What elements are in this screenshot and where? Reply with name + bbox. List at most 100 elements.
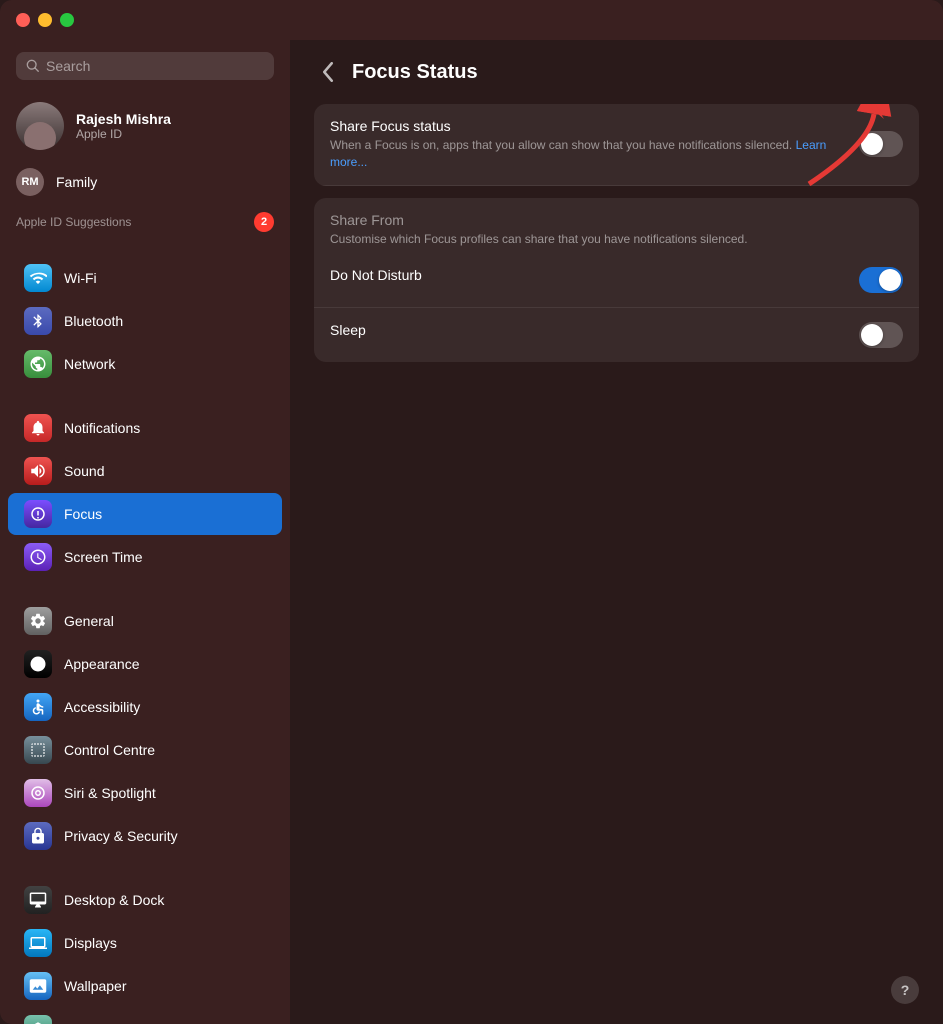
user-name: Rajesh Mishra [76, 111, 171, 127]
sidebar-item-appearance[interactable]: Appearance [8, 643, 282, 685]
suggestions-badge: 2 [254, 212, 274, 232]
toggle-knob-sleep [861, 324, 883, 346]
sidebar-item-general[interactable]: General [8, 600, 282, 642]
content-header: Focus Status [314, 60, 919, 84]
search-icon [26, 59, 40, 73]
sidebar-item-displays[interactable]: Displays [8, 922, 282, 964]
sidebar-item-accessibility[interactable]: Accessibility [8, 686, 282, 728]
user-info: Rajesh Mishra Apple ID [76, 111, 171, 141]
user-subtitle: Apple ID [76, 127, 171, 141]
back-button[interactable] [314, 60, 342, 84]
sidebar-item-siri[interactable]: Siri & Spotlight [8, 772, 282, 814]
wifi-icon [24, 264, 52, 292]
screentime-label: Screen Time [64, 549, 143, 565]
sidebar: Rajesh Mishra Apple ID RM Family Apple I… [0, 40, 290, 1024]
sleep-toggle-container [859, 322, 903, 348]
displays-icon [24, 929, 52, 957]
notifications-label: Notifications [64, 420, 140, 436]
share-focus-status-card: Share Focus status When a Focus is on, a… [314, 104, 919, 186]
sidebar-item-notifications[interactable]: Notifications [8, 407, 282, 449]
desktop-label: Desktop & Dock [64, 892, 164, 908]
siri-icon [24, 779, 52, 807]
maximize-button[interactable] [60, 13, 74, 27]
appearance-label: Appearance [64, 656, 140, 672]
sidebar-section-display: Desktop & Dock Displays Wallpaper [0, 878, 290, 1024]
sidebar-item-privacy[interactable]: Privacy & Security [8, 815, 282, 857]
appearance-icon [24, 650, 52, 678]
privacy-icon [24, 822, 52, 850]
do-not-disturb-label: Do Not Disturb [330, 267, 843, 283]
wallpaper-label: Wallpaper [64, 978, 127, 994]
share-focus-status-title: Share Focus status [330, 118, 843, 134]
minimize-button[interactable] [38, 13, 52, 27]
privacy-label: Privacy & Security [64, 828, 178, 844]
desktop-icon [24, 886, 52, 914]
toggle-knob [861, 133, 883, 155]
sidebar-item-network[interactable]: Network [8, 343, 282, 385]
sidebar-item-wallpaper[interactable]: Wallpaper [8, 965, 282, 1007]
general-icon [24, 607, 52, 635]
sound-icon [24, 457, 52, 485]
sidebar-item-controlcentre[interactable]: Control Centre [8, 729, 282, 771]
sidebar-item-focus[interactable]: Focus [8, 493, 282, 535]
sidebar-section-system: Notifications Sound Focus [0, 406, 290, 579]
share-focus-status-toggle-container [859, 131, 903, 157]
sidebar-item-desktop[interactable]: Desktop & Dock [8, 879, 282, 921]
do-not-disturb-toggle[interactable] [859, 267, 903, 293]
page-title: Focus Status [352, 61, 478, 84]
network-label: Network [64, 356, 115, 372]
family-label: Family [56, 174, 97, 190]
displays-label: Displays [64, 935, 117, 951]
controlcentre-label: Control Centre [64, 742, 155, 758]
main-layout: Rajesh Mishra Apple ID RM Family Apple I… [0, 40, 943, 1024]
sidebar-item-wifi[interactable]: Wi-Fi [8, 257, 282, 299]
close-button[interactable] [16, 13, 30, 27]
accessibility-icon [24, 693, 52, 721]
notifications-icon [24, 414, 52, 442]
sleep-label: Sleep [330, 322, 843, 338]
screensaver-icon [24, 1015, 52, 1024]
siri-label: Siri & Spotlight [64, 785, 156, 801]
sidebar-item-sound[interactable]: Sound [8, 450, 282, 492]
traffic-lights [16, 13, 74, 27]
sidebar-item-family[interactable]: RM Family [0, 160, 290, 204]
general-label: General [64, 613, 114, 629]
suggestions-row: Apple ID Suggestions 2 [0, 204, 290, 236]
network-icon [24, 350, 52, 378]
accessibility-label: Accessibility [64, 699, 140, 715]
share-focus-status-toggle[interactable] [859, 131, 903, 157]
controlcentre-icon [24, 736, 52, 764]
wifi-label: Wi-Fi [64, 270, 97, 286]
wallpaper-icon [24, 972, 52, 1000]
sidebar-item-screensaver[interactable]: Screen Saver [8, 1008, 282, 1024]
share-from-header: Share From Customise which Focus profile… [314, 198, 919, 254]
help-button[interactable]: ? [891, 976, 919, 1004]
focus-label: Focus [64, 506, 102, 522]
do-not-disturb-content: Do Not Disturb [330, 267, 843, 286]
main-window: Rajesh Mishra Apple ID RM Family Apple I… [0, 0, 943, 1024]
search-input[interactable] [46, 58, 264, 74]
share-from-card: Share From Customise which Focus profile… [314, 198, 919, 363]
share-focus-status-row: Share Focus status When a Focus is on, a… [314, 104, 919, 186]
share-focus-status-content: Share Focus status When a Focus is on, a… [330, 118, 843, 171]
content-area: Focus Status Share Focus status When a F… [290, 40, 943, 1024]
sleep-row: Sleep [314, 308, 919, 362]
search-bar[interactable] [16, 52, 274, 80]
toggle-knob-dnd [879, 269, 901, 291]
user-profile[interactable]: Rajesh Mishra Apple ID [0, 92, 290, 160]
sidebar-item-screentime[interactable]: Screen Time [8, 536, 282, 578]
family-avatar: RM [16, 168, 44, 196]
sidebar-item-bluetooth[interactable]: Bluetooth [8, 300, 282, 342]
do-not-disturb-row: Do Not Disturb [314, 253, 919, 308]
sidebar-section-connectivity: Wi-Fi Bluetooth Network [0, 256, 290, 386]
share-from-desc: Customise which Focus profiles can share… [330, 231, 880, 248]
avatar [16, 102, 64, 150]
sidebar-section-preferences: General Appearance Accessibility [0, 599, 290, 858]
screentime-icon [24, 543, 52, 571]
do-not-disturb-toggle-container [859, 267, 903, 293]
share-from-title: Share From [330, 212, 903, 228]
sleep-toggle[interactable] [859, 322, 903, 348]
share-focus-status-desc: When a Focus is on, apps that you allow … [330, 137, 843, 171]
sound-label: Sound [64, 463, 104, 479]
help-section: ? [314, 956, 919, 1004]
